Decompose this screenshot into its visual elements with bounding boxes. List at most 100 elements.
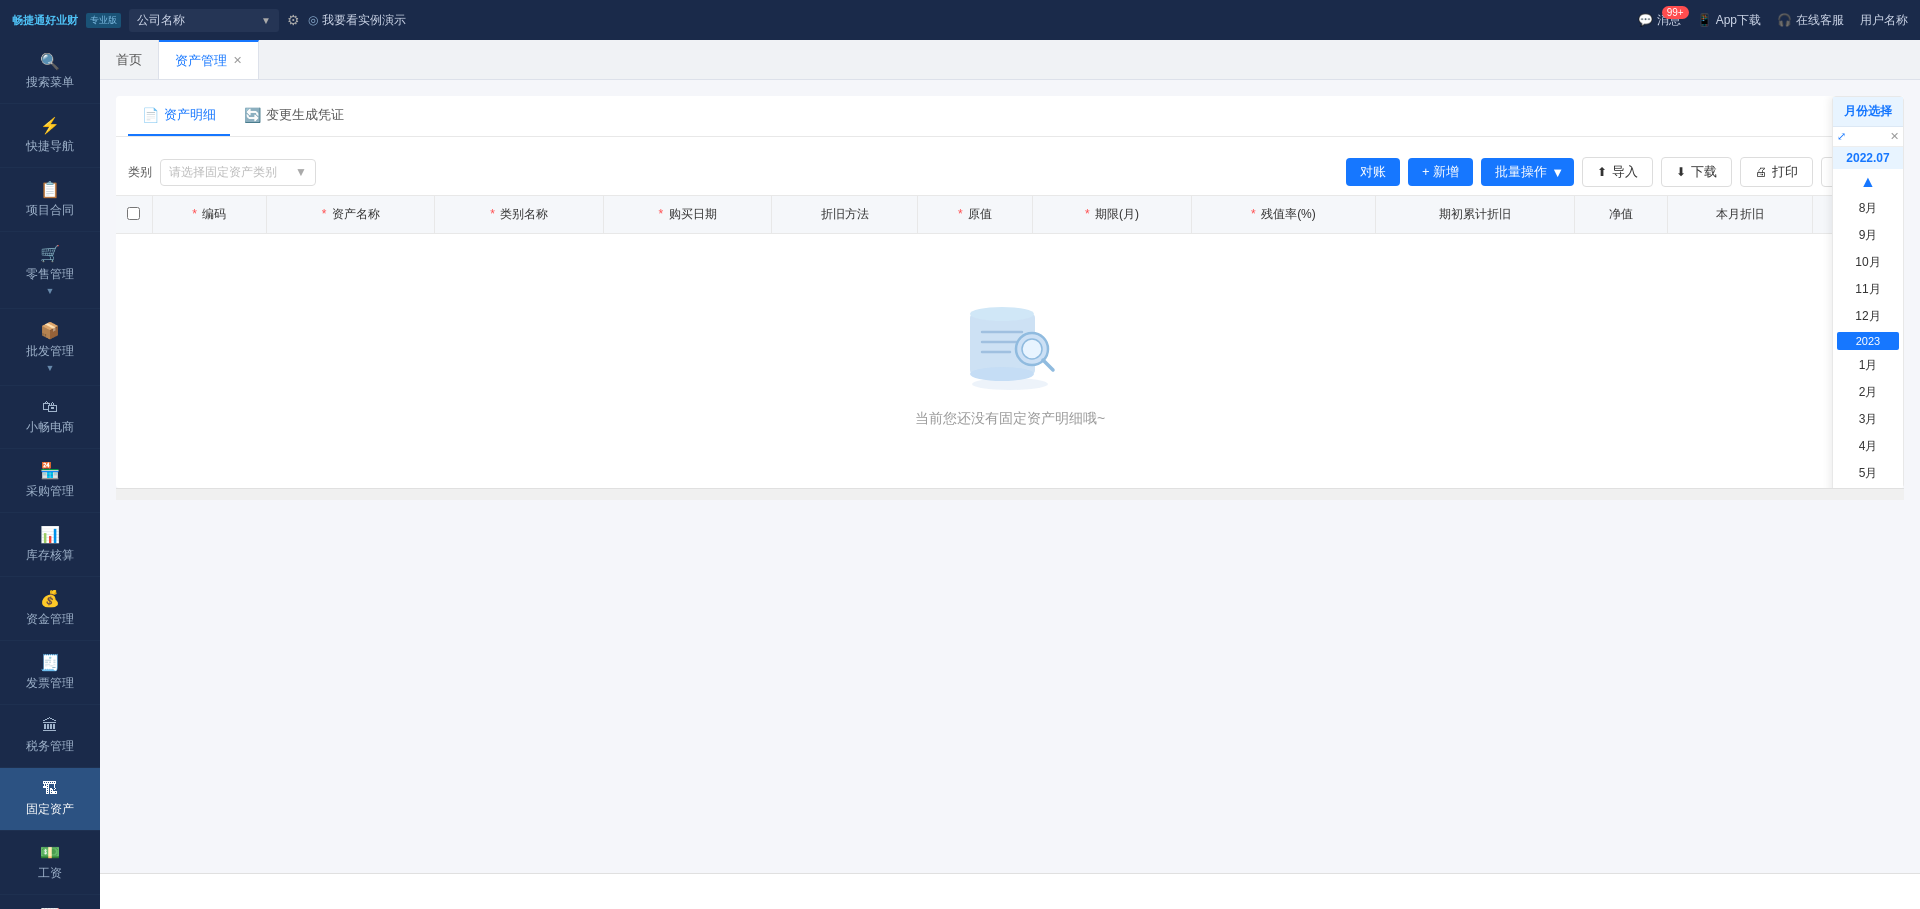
sidebar-item-invoice[interactable]: 🧾 发票管理: [0, 641, 100, 705]
month-item-2[interactable]: 2月: [1833, 379, 1903, 406]
month-item-1[interactable]: 1月: [1833, 352, 1903, 379]
phone-icon: 📱: [1697, 13, 1712, 27]
sidebar: 🔍 搜索菜单 ⚡ 快捷导航 📋 项目合同 🛒 零售管理 ▼ 📦 批发管理 ▼ 🛍…: [0, 40, 100, 909]
table-header-purchase-date: * 购买日期: [603, 196, 771, 234]
sidebar-purchase-label: 采购管理: [26, 483, 74, 500]
toolbar-left: 类别 请选择固定资产类别 ▼: [128, 159, 316, 186]
sidebar-item-inventory[interactable]: 📊 库存核算: [0, 513, 100, 577]
month-panel: 月份选择 ⤢ ✕ 2022.07 ▲ 8月 9月 10月 11月 12月: [1832, 96, 1904, 488]
sidebar-item-quicknav[interactable]: ⚡ 快捷导航: [0, 104, 100, 168]
sub-tab-asset-details-label: 资产明细: [164, 106, 216, 124]
demo-link[interactable]: ◎ 我要看实例演示: [308, 12, 406, 29]
retail-icon: 🛒: [40, 244, 60, 263]
select-all-checkbox[interactable]: [127, 207, 140, 220]
sidebar-item-salary[interactable]: 💵 工资: [0, 831, 100, 895]
svg-point-2: [970, 307, 1034, 321]
sub-tab-asset-details[interactable]: 📄 资产明细: [128, 96, 230, 136]
tab-home[interactable]: 首页: [100, 40, 159, 79]
add-label: + 新增: [1422, 163, 1459, 181]
month-item-8[interactable]: 8月: [1833, 195, 1903, 222]
panel-wrapper: 📄 资产明细 🔄 变更生成凭证 类别 请选择固定资产类别 ▼: [116, 96, 1904, 488]
table-header-net-value: 净值: [1575, 196, 1667, 234]
month-item-5[interactable]: 5月: [1833, 460, 1903, 487]
sidebar-item-search[interactable]: 🔍 搜索菜单: [0, 40, 100, 104]
table-header-code: * 编码: [152, 196, 267, 234]
online-service-button[interactable]: 🎧 在线客服: [1777, 12, 1844, 29]
month-item-11[interactable]: 11月: [1833, 276, 1903, 303]
user-name: 用户名称: [1860, 12, 1908, 29]
app-download-button[interactable]: 📱 App下载: [1697, 12, 1761, 29]
download-button[interactable]: ⬇ 下载: [1661, 157, 1732, 187]
print-button[interactable]: 🖨 打印: [1740, 157, 1813, 187]
batch-ops-button[interactable]: 批量操作 ▼: [1481, 158, 1574, 186]
tab-home-label: 首页: [116, 51, 142, 69]
sidebar-item-tax[interactable]: 🏛 税务管理: [0, 705, 100, 768]
tab-assets-management[interactable]: 资产管理 ✕: [159, 40, 259, 79]
sidebar-item-operations[interactable]: 📈 经营管理: [0, 895, 100, 909]
month-item-4[interactable]: 4月: [1833, 433, 1903, 460]
import-button[interactable]: ⬆ 导入: [1582, 157, 1653, 187]
category-select[interactable]: 请选择固定资产类别 ▼: [160, 159, 316, 186]
inventory-icon: 📊: [40, 525, 60, 544]
tax-icon: 🏛: [42, 717, 58, 735]
month-item-3[interactable]: 3月: [1833, 406, 1903, 433]
add-button[interactable]: + 新增: [1408, 158, 1473, 186]
sidebar-fixed-assets-label: 固定资产: [26, 801, 74, 818]
sidebar-item-project[interactable]: 📋 项目合同: [0, 168, 100, 232]
wholesale-arrow-icon: ▼: [46, 363, 55, 373]
sidebar-item-wholesale[interactable]: 📦 批发管理 ▼: [0, 309, 100, 386]
change-voucher-icon: 🔄: [244, 107, 261, 123]
sidebar-search-label: 搜索菜单: [26, 74, 74, 91]
sub-tab-change-voucher[interactable]: 🔄 变更生成凭证: [230, 96, 358, 136]
month-year-header: 2022.07: [1833, 147, 1903, 169]
tab-close-icon[interactable]: ✕: [233, 54, 242, 67]
sidebar-wholesale-label: 批发管理: [26, 343, 74, 360]
category-placeholder: 请选择固定资产类别: [169, 164, 289, 181]
download-label: 下载: [1691, 163, 1717, 181]
month-item-9[interactable]: 9月: [1833, 222, 1903, 249]
finance-icon: 💰: [40, 589, 60, 608]
online-service-label: 在线客服: [1796, 12, 1844, 29]
sidebar-item-purchase[interactable]: 🏪 采购管理: [0, 449, 100, 513]
company-selector[interactable]: 公司名称 ▼: [129, 9, 279, 32]
month-item-12[interactable]: 12月: [1833, 303, 1903, 330]
sidebar-project-label: 项目合同: [26, 202, 74, 219]
asset-details-icon: 📄: [142, 107, 159, 123]
edition-badge: 专业版: [86, 13, 121, 28]
table-header-accumulated-dep: 期初累计折旧: [1375, 196, 1575, 234]
ecommerce-icon: 🛍: [42, 398, 58, 416]
month-nav-up[interactable]: ▲: [1833, 169, 1903, 195]
sidebar-item-finance[interactable]: 💰 资金管理: [0, 577, 100, 641]
month-panel-title: 月份选择: [1844, 104, 1892, 118]
sub-tab-change-voucher-label: 变更生成凭证: [266, 106, 344, 124]
table-header-original-value: * 原值: [918, 196, 1033, 234]
sidebar-retail-label: 零售管理: [26, 266, 74, 283]
tab-assets-label: 资产管理: [175, 52, 227, 70]
table-header-row: * 编码 * 资产名称 * 类别名称: [116, 196, 1904, 234]
fixed-assets-icon: 🏗: [42, 780, 58, 798]
download-icon: ⬇: [1676, 165, 1686, 179]
month-item-6[interactable]: 6月: [1833, 487, 1903, 488]
asset-table: * 编码 * 资产名称 * 类别名称: [116, 196, 1904, 488]
top-bar: 畅捷通好业财 专业版 公司名称 ▼ ⚙ ◎ 我要看实例演示 💬 消息 99+ 📱…: [0, 0, 1920, 40]
sidebar-tax-label: 税务管理: [26, 738, 74, 755]
app-download-label: App下载: [1716, 12, 1761, 29]
table-header-monthly-dep: 本月折旧: [1667, 196, 1813, 234]
demo-text: 我要看实例演示: [322, 12, 406, 29]
empty-illustration: [950, 294, 1070, 394]
month-panel-expand-icon[interactable]: ⤢: [1837, 130, 1846, 143]
reconcile-button[interactable]: 对账: [1346, 158, 1400, 186]
messages-button[interactable]: 💬 消息 99+: [1638, 12, 1681, 29]
sidebar-item-fixed-assets[interactable]: 🏗 固定资产: [0, 768, 100, 831]
month-panel-close-icon[interactable]: ✕: [1890, 130, 1899, 143]
category-label: 类别: [128, 164, 152, 181]
sidebar-item-ecommerce[interactable]: 🛍 小畅电商: [0, 386, 100, 449]
month-year-label: 2022.07: [1846, 151, 1889, 165]
purchase-icon: 🏪: [40, 461, 60, 480]
bottom-scrollbar[interactable]: [116, 488, 1904, 500]
sidebar-item-retail[interactable]: 🛒 零售管理 ▼: [0, 232, 100, 309]
settings-icon[interactable]: ⚙: [287, 12, 300, 28]
table-header-period: * 期限(月): [1032, 196, 1191, 234]
batch-dropdown-icon: ▼: [1551, 165, 1564, 180]
month-item-10[interactable]: 10月: [1833, 249, 1903, 276]
